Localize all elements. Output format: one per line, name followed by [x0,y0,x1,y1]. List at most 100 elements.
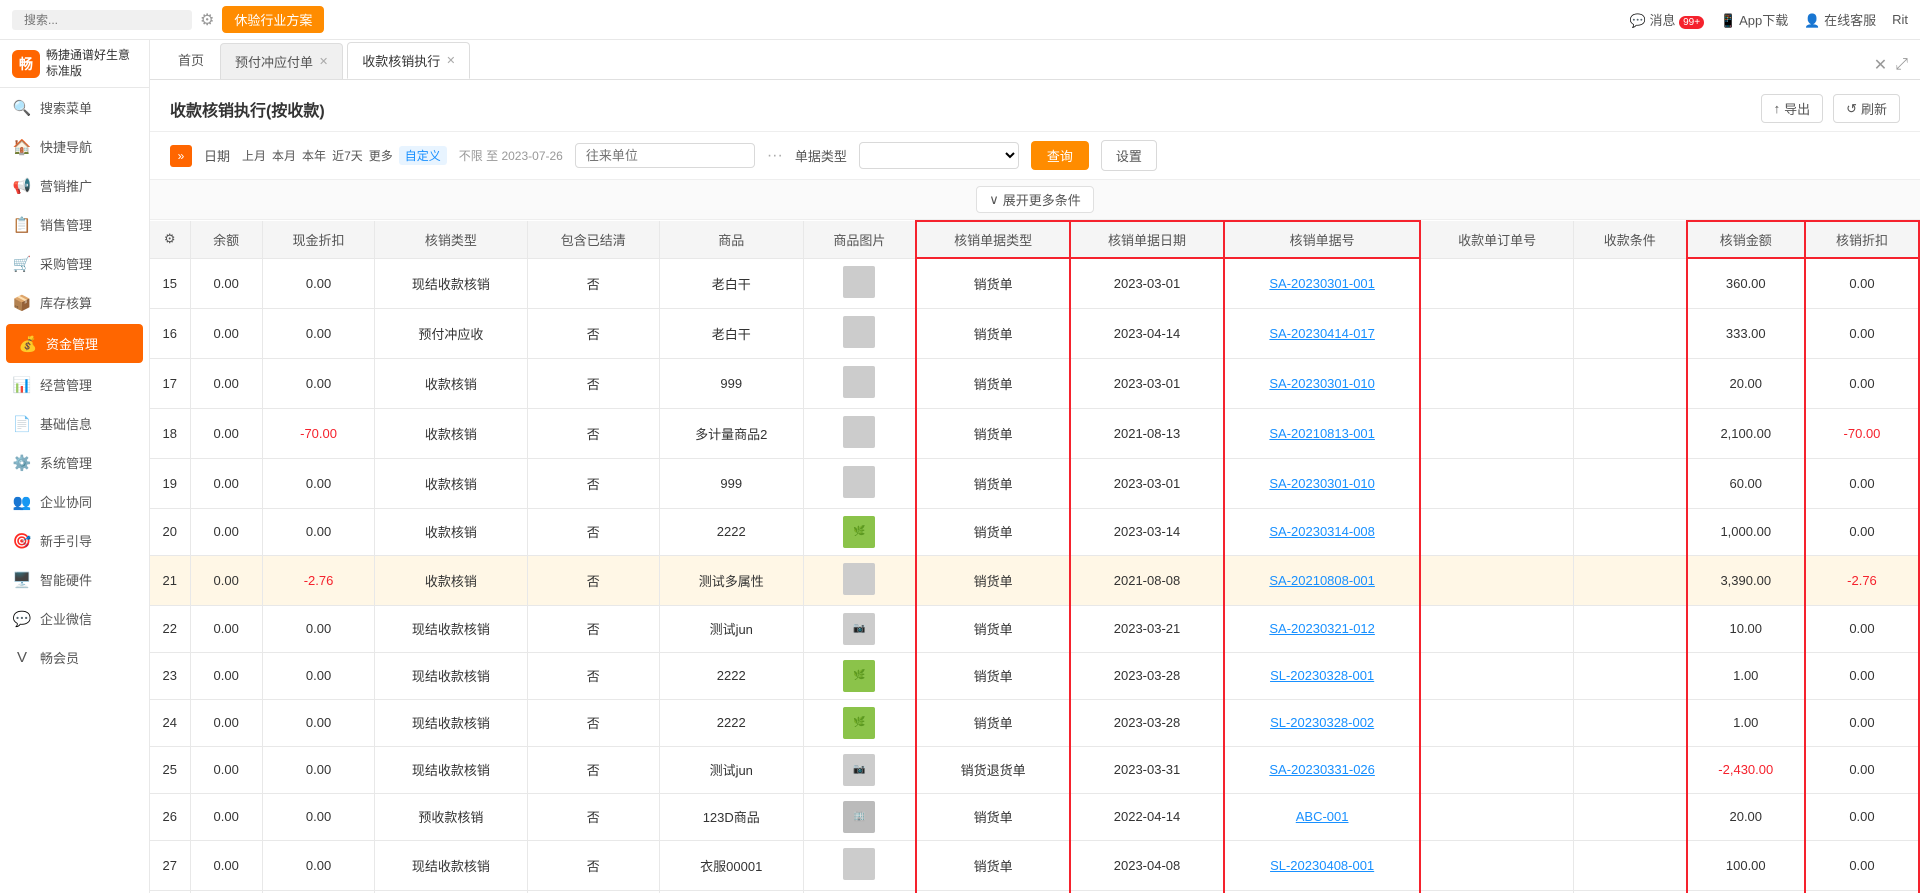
row-doc-no[interactable]: SA-20230301-010 [1224,358,1420,408]
more-link[interactable]: 更多 [369,147,393,164]
sidebar-item-marketing[interactable]: 📢 营销推广 [0,166,149,205]
row-amount: 3,390.00 [1687,555,1805,605]
table-row: 18 0.00 -70.00 收款核销 否 多计量商品2 销货单 2021-08… [150,408,1919,458]
col-doc-date: 核销单据日期 [1070,221,1224,258]
sidebar-item-hardware[interactable]: 🖥️ 智能硬件 [0,560,149,599]
sidebar-item-search[interactable]: 🔍 搜索菜单 [0,88,149,127]
row-cash-discount: -70.00 [262,408,374,458]
row-cash-discount: 0.00 [262,458,374,508]
tab-close-prepay[interactable]: ✕ [319,55,328,68]
purchase-icon: 🛒 [12,255,32,273]
last7-link[interactable]: 近7天 [332,147,363,164]
user-name[interactable]: Rit [1892,12,1908,27]
partner-input[interactable] [575,143,755,168]
row-doc-no[interactable]: SA-20230314-008 [1224,508,1420,555]
table-row: 20 0.00 0.00 收款核销 否 2222 🌿 销货单 2023-03-1… [150,508,1919,555]
sidebar-item-sales[interactable]: 📋 销售管理 [0,205,149,244]
table-container[interactable]: ⚙ 余额 现金折扣 核销类型 包含已结清 商品 商品图片 核销单据类型 核销单据… [150,220,1920,893]
row-doc-no[interactable]: SL-20230328-002 [1224,699,1420,746]
voucher-type-select[interactable] [859,142,1019,169]
row-order-no [1420,699,1573,746]
online-service[interactable]: 👤 在线客服 [1804,10,1876,29]
row-doc-no[interactable]: SA-20230331-026 [1224,746,1420,793]
sidebar-item-member[interactable]: V 畅会员 [0,638,149,677]
sidebar-item-collab[interactable]: 👥 企业协同 [0,482,149,521]
tab-close-receipt[interactable]: ✕ [446,54,455,67]
sidebar-item-finance[interactable]: 💰 资金管理 [6,324,143,363]
tab-receipt[interactable]: 收款核销执行 ✕ [347,42,470,79]
inventory-icon: 📦 [12,294,32,312]
refresh-button[interactable]: ↺ 刷新 [1833,94,1900,123]
row-discount: 0.00 [1805,308,1919,358]
logo-text: 畅捷通谱好生意 标准版 [46,48,130,79]
row-order-no [1420,458,1573,508]
member-icon: V [12,649,32,666]
row-doc-date: 2023-03-31 [1070,746,1224,793]
row-no: 24 [150,699,190,746]
app-download[interactable]: 📱 App下载 [1720,10,1788,29]
date-range-text: 不限 至 2023-07-26 [459,147,563,164]
row-balance: 0.00 [190,699,262,746]
row-doc-no[interactable]: ABC-001 [1224,793,1420,840]
sidebar-item-basic[interactable]: 📄 基础信息 [0,404,149,443]
solution-button[interactable]: 休验行业方案 [222,6,324,33]
table-row: 19 0.00 0.00 收款核销 否 999 销货单 2023-03-01 S… [150,458,1919,508]
row-doc-type: 销货退货单 [916,746,1070,793]
row-doc-no[interactable]: SA-20230301-001 [1224,258,1420,308]
row-goods-img: 🌿 [803,508,916,555]
expand-conditions-button[interactable]: ∨ 展开更多条件 [976,186,1094,213]
row-goods: 2222 [660,652,804,699]
sidebar-item-wechat[interactable]: 💬 企业微信 [0,599,149,638]
row-pay-cond [1573,793,1686,840]
sidebar-item-inventory[interactable]: 📦 库存核算 [0,283,149,322]
row-settled: 否 [527,555,659,605]
row-doc-no[interactable]: SL-20230328-001 [1224,652,1420,699]
col-settings[interactable]: ⚙ [150,221,190,258]
row-doc-no[interactable]: SA-20230301-010 [1224,458,1420,508]
tab-prepay[interactable]: 预付冲应付单 ✕ [220,43,343,79]
sidebar-item-business[interactable]: 📊 经营管理 [0,365,149,404]
row-settled: 否 [527,258,659,308]
search-input[interactable] [12,10,192,30]
tab-home[interactable]: 首页 [162,42,220,79]
last-month-link[interactable]: 上月 [242,147,266,164]
row-discount: 0.00 [1805,258,1919,308]
sidebar-item-guide[interactable]: 🎯 新手引导 [0,521,149,560]
row-doc-no[interactable]: SL-20230408-001 [1224,840,1420,890]
query-button[interactable]: 查询 [1031,141,1089,170]
tab-expand-icon[interactable]: ⤢ [1895,56,1908,74]
row-pay-cond [1573,699,1686,746]
this-year-link[interactable]: 本年 [302,147,326,164]
system-icon: ⚙️ [12,454,32,472]
custom-date-badge[interactable]: 自定义 [399,146,447,165]
row-doc-type: 销货单 [916,508,1070,555]
row-order-no [1420,746,1573,793]
row-doc-date: 2023-03-01 [1070,458,1224,508]
row-type: 现结收款核销 [375,840,527,890]
row-doc-no[interactable]: SA-20230321-012 [1224,605,1420,652]
sidebar-item-system[interactable]: ⚙️ 系统管理 [0,443,149,482]
main-area: 首页 预付冲应付单 ✕ 收款核销执行 ✕ ✕ ⤢ 收款核销执行(按收款) ↑ 导… [150,40,1920,893]
row-doc-date: 2023-04-14 [1070,308,1224,358]
settings-button[interactable]: 设置 [1101,140,1157,171]
export-button[interactable]: ↑ 导出 [1761,94,1824,123]
gear-icon[interactable]: ⚙ [200,10,214,30]
filter-toggle-btn[interactable]: » [170,145,192,167]
row-discount: 0.00 [1805,458,1919,508]
row-type: 现结收款核销 [375,605,527,652]
voucher-type-label: 单据类型 [795,146,847,165]
sidebar-item-purchase[interactable]: 🛒 采购管理 [0,244,149,283]
row-doc-type: 销货单 [916,358,1070,408]
tab-close-window-icon[interactable]: ✕ [1874,55,1887,75]
row-doc-no[interactable]: SA-20210808-001 [1224,555,1420,605]
col-cash-discount: 现金折扣 [262,221,374,258]
message-area[interactable]: 💬 消息 99+ [1630,10,1704,29]
tab-bar: 首页 预付冲应付单 ✕ 收款核销执行 ✕ ✕ ⤢ [150,40,1920,80]
table-row: 17 0.00 0.00 收款核销 否 999 销货单 2023-03-01 S… [150,358,1919,408]
row-discount: 0.00 [1805,699,1919,746]
row-discount: 0.00 [1805,358,1919,408]
row-doc-no[interactable]: SA-20210813-001 [1224,408,1420,458]
row-doc-no[interactable]: SA-20230414-017 [1224,308,1420,358]
this-month-link[interactable]: 本月 [272,147,296,164]
sidebar-item-quick-nav[interactable]: 🏠 快捷导航 [0,127,149,166]
